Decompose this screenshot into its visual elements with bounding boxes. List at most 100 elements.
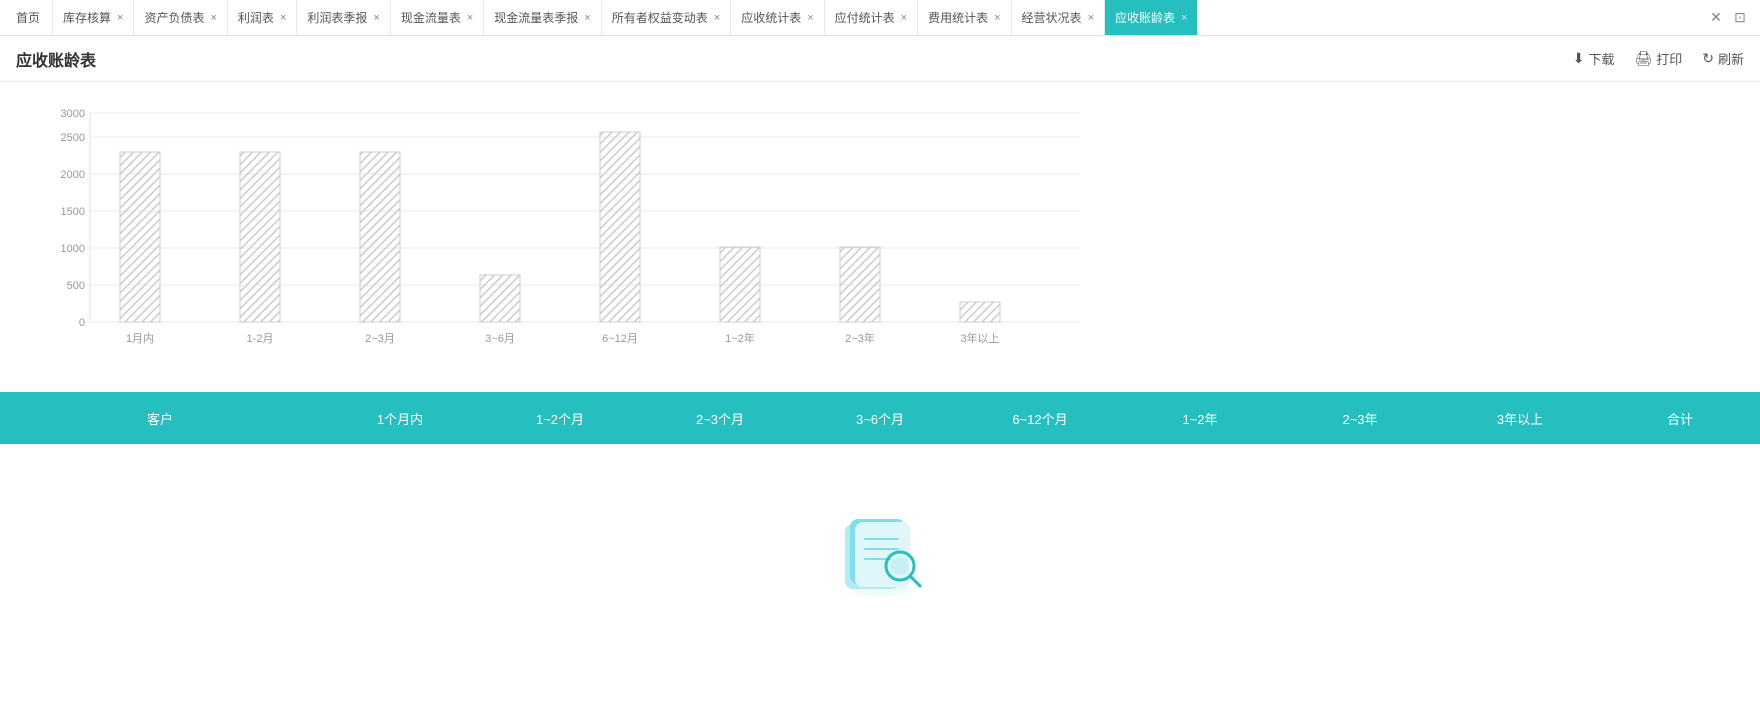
col-customer-label: 客户 bbox=[147, 412, 173, 427]
tab-bar: 首页 库存核算 × 资产负债表 × 利润表 × 利润表季报 × 现金流量表 × … bbox=[0, 0, 1760, 36]
tab-operations-label: 经营状况表 bbox=[1022, 9, 1082, 26]
bar-1m bbox=[120, 152, 160, 322]
print-label: 打印 bbox=[1656, 49, 1682, 68]
tab-profit-quarterly-close[interactable]: × bbox=[373, 12, 379, 24]
tab-balance[interactable]: 资产负债表 × bbox=[134, 0, 227, 36]
bar-2-3y bbox=[840, 247, 880, 322]
col-2-3y-label: 2~3年 bbox=[1342, 412, 1377, 427]
page-header: 应收账龄表 ⬇ 下载 🖨 打印 ↻ 刷新 bbox=[0, 36, 1760, 82]
tab-operations[interactable]: 经营状况表 × bbox=[1012, 0, 1105, 36]
svg-text:3000: 3000 bbox=[61, 108, 85, 120]
svg-text:1-2月: 1-2月 bbox=[247, 333, 274, 345]
col-2-3m: 2~3个月 bbox=[640, 409, 800, 428]
table-header: 客户 1个月内 1~2个月 2~3个月 3~6个月 6~12个月 1~2年 2~… bbox=[0, 392, 1760, 444]
tab-profit-label: 利润表 bbox=[238, 9, 274, 26]
svg-text:2~3月: 2~3月 bbox=[365, 333, 395, 345]
svg-text:6~12月: 6~12月 bbox=[602, 333, 638, 345]
tab-equity[interactable]: 所有者权益变动表 × bbox=[602, 0, 731, 36]
tab-ar-aging-label: 应收账龄表 bbox=[1115, 9, 1175, 26]
tab-ar-aging-close[interactable]: × bbox=[1181, 12, 1187, 24]
bar-1-2m bbox=[240, 152, 280, 322]
main-content: 0 500 1000 1500 2000 2500 3000 1月内 bbox=[0, 82, 1760, 720]
bar-2-3m bbox=[360, 152, 400, 322]
download-button[interactable]: ⬇ 下载 bbox=[1573, 49, 1615, 68]
col-1-2y: 1~2年 bbox=[1120, 409, 1280, 428]
col-6-12m-label: 6~12个月 bbox=[1012, 412, 1067, 427]
tab-profit-quarterly-label: 利润表季报 bbox=[307, 9, 367, 26]
tab-ar-stats-close[interactable]: × bbox=[807, 12, 813, 24]
tab-profit-quarterly[interactable]: 利润表季报 × bbox=[297, 0, 390, 36]
bar-6-12m bbox=[600, 132, 640, 322]
svg-text:0: 0 bbox=[79, 317, 85, 329]
svg-text:1月内: 1月内 bbox=[126, 331, 154, 345]
home-tab-label: 首页 bbox=[16, 9, 40, 26]
tab-cashflow[interactable]: 现金流量表 × bbox=[391, 0, 484, 36]
tab-expense-stats-label: 费用统计表 bbox=[928, 9, 988, 26]
bar-3-6m bbox=[480, 275, 520, 322]
minimize-button[interactable]: ✕ bbox=[1708, 10, 1724, 26]
svg-text:1500: 1500 bbox=[61, 206, 85, 218]
tab-ar-stats-label: 应收统计表 bbox=[741, 9, 801, 26]
page-title: 应收账龄表 bbox=[16, 47, 96, 71]
bar-1-2y bbox=[720, 247, 760, 322]
tab-cashflow-quarterly[interactable]: 现金流量表季报 × bbox=[484, 0, 601, 36]
tab-ar-stats[interactable]: 应收统计表 × bbox=[731, 0, 824, 36]
maximize-button[interactable]: ⊡ bbox=[1732, 10, 1748, 26]
header-actions: ⬇ 下载 🖨 打印 ↻ 刷新 bbox=[1573, 49, 1744, 68]
tab-ar-aging[interactable]: 应收账龄表 × bbox=[1105, 0, 1198, 36]
col-1-2m-label: 1~2个月 bbox=[536, 412, 584, 427]
print-button[interactable]: 🖨 打印 bbox=[1634, 49, 1682, 68]
col-2-3m-label: 2~3个月 bbox=[696, 412, 744, 427]
refresh-label: 刷新 bbox=[1718, 49, 1744, 68]
tab-equity-label: 所有者权益变动表 bbox=[612, 9, 708, 26]
tab-inventory-label: 库存核算 bbox=[63, 9, 111, 26]
tab-ap-stats-close[interactable]: × bbox=[901, 12, 907, 24]
tab-profit[interactable]: 利润表 × bbox=[228, 0, 297, 36]
tab-ap-stats[interactable]: 应付统计表 × bbox=[825, 0, 918, 36]
refresh-button[interactable]: ↻ 刷新 bbox=[1702, 49, 1744, 68]
empty-state bbox=[0, 444, 1760, 604]
col-total: 合计 bbox=[1600, 409, 1760, 428]
col-1-2m: 1~2个月 bbox=[480, 409, 640, 428]
svg-text:500: 500 bbox=[67, 280, 85, 292]
refresh-icon: ↻ bbox=[1702, 50, 1714, 67]
tab-balance-label: 资产负债表 bbox=[144, 9, 204, 26]
col-3-6m: 3~6个月 bbox=[800, 409, 960, 428]
download-icon: ⬇ bbox=[1573, 50, 1585, 67]
svg-text:2500: 2500 bbox=[61, 132, 85, 144]
tab-expense-stats[interactable]: 费用统计表 × bbox=[918, 0, 1011, 36]
tab-balance-close[interactable]: × bbox=[210, 12, 216, 24]
tab-cashflow-quarterly-label: 现金流量表季报 bbox=[494, 9, 578, 26]
svg-text:1~2年: 1~2年 bbox=[725, 331, 755, 345]
svg-text:1000: 1000 bbox=[61, 243, 85, 255]
tab-operations-close[interactable]: × bbox=[1088, 12, 1094, 24]
tab-ap-stats-label: 应付统计表 bbox=[835, 9, 895, 26]
tab-equity-close[interactable]: × bbox=[714, 12, 720, 24]
svg-text:3~6月: 3~6月 bbox=[485, 333, 515, 345]
tab-cashflow-quarterly-close[interactable]: × bbox=[584, 12, 590, 24]
tab-home[interactable]: 首页 bbox=[4, 0, 53, 36]
chart-container: 0 500 1000 1500 2000 2500 3000 1月内 bbox=[30, 102, 1730, 382]
chart-area: 0 500 1000 1500 2000 2500 3000 1月内 bbox=[0, 82, 1760, 392]
tab-expense-stats-close[interactable]: × bbox=[994, 12, 1000, 24]
col-total-label: 合计 bbox=[1667, 412, 1693, 427]
col-3y-plus: 3年以上 bbox=[1440, 409, 1600, 428]
col-3y-plus-label: 3年以上 bbox=[1497, 412, 1543, 427]
tab-inventory[interactable]: 库存核算 × bbox=[53, 0, 134, 36]
col-3-6m-label: 3~6个月 bbox=[856, 412, 904, 427]
tab-inventory-close[interactable]: × bbox=[117, 12, 123, 24]
tab-cashflow-label: 现金流量表 bbox=[401, 9, 461, 26]
col-customer: 客户 bbox=[0, 409, 320, 428]
tab-profit-close[interactable]: × bbox=[280, 12, 286, 24]
col-1m-label: 1个月内 bbox=[377, 412, 423, 427]
empty-state-icon bbox=[820, 504, 940, 604]
svg-text:3年以上: 3年以上 bbox=[960, 331, 999, 345]
svg-text:2000: 2000 bbox=[61, 169, 85, 181]
svg-text:2~3年: 2~3年 bbox=[845, 331, 875, 345]
bar-chart: 0 500 1000 1500 2000 2500 3000 1月内 bbox=[30, 102, 1730, 382]
col-2-3y: 2~3年 bbox=[1280, 409, 1440, 428]
bar-3y-plus bbox=[960, 302, 1000, 322]
col-6-12m: 6~12个月 bbox=[960, 409, 1120, 428]
print-icon: 🖨 bbox=[1634, 50, 1652, 67]
tab-cashflow-close[interactable]: × bbox=[467, 12, 473, 24]
